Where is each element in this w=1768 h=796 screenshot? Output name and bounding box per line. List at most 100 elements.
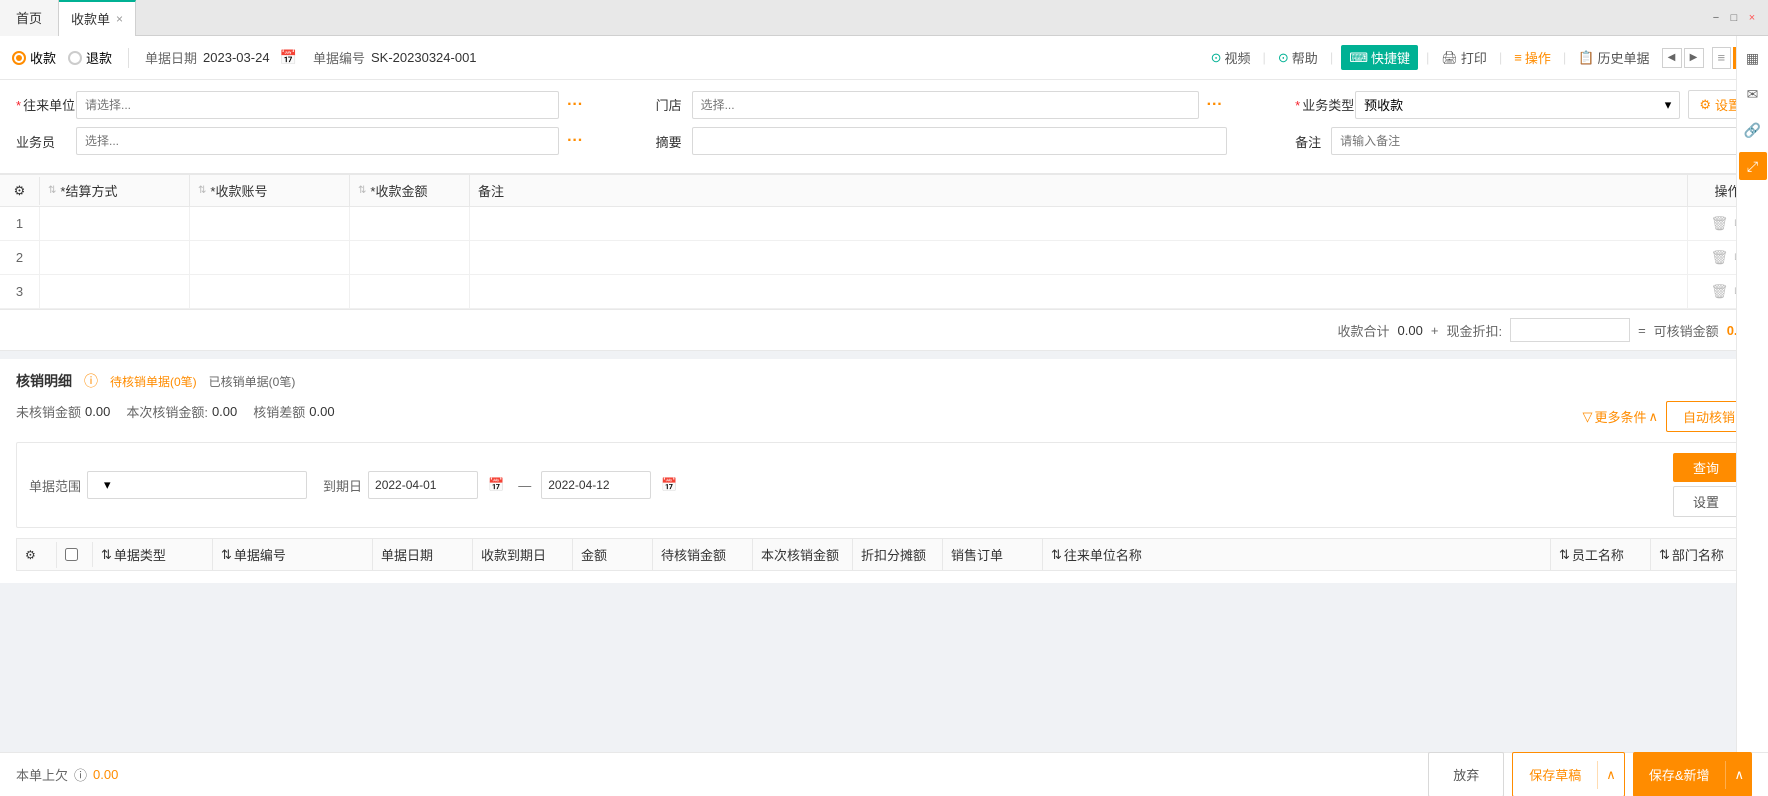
sidebar-table-icon[interactable]: ▦ <box>1739 44 1767 72</box>
tab-home-label: 首页 <box>16 8 42 27</box>
row3-num: 3 <box>0 275 40 308</box>
save-new-dropdown-icon[interactable]: ∧ <box>1725 761 1752 789</box>
due-date-label: 到期日 <box>323 476 362 495</box>
next-arrow[interactable]: ▶ <box>1684 48 1704 68</box>
more-conditions-button[interactable]: ▽ 更多条件 ∧ <box>1582 407 1658 426</box>
vth-date: 单据日期 <box>373 539 473 570</box>
select-all-checkbox[interactable] <box>65 548 78 561</box>
save-draft-dropdown-icon[interactable]: ∧ <box>1597 761 1624 789</box>
meta-date: 单据日期 2023-03-24 📅 <box>145 48 297 67</box>
query-button[interactable]: 查询 <box>1673 453 1739 482</box>
radio-tuikuan-label: 退款 <box>86 48 112 67</box>
radio-shoukuan[interactable]: 收款 <box>12 48 56 67</box>
minimize-button[interactable]: − <box>1708 10 1724 26</box>
shortcut-button[interactable]: ⌨ 快捷键 <box>1341 45 1418 70</box>
discount-label: 现金折扣: <box>1446 321 1502 340</box>
history-button[interactable]: 📋 历史单据 <box>1574 46 1653 69</box>
date-to-input[interactable] <box>541 471 651 499</box>
print-button[interactable]: 🖨 打印 <box>1437 46 1491 69</box>
layout-list-icon[interactable]: ≡ <box>1712 47 1732 69</box>
tab-close-icon[interactable]: × <box>116 12 123 26</box>
vth-amount: 金额 <box>573 539 653 570</box>
vth-this-time-label: 本次核销金额 <box>761 545 839 564</box>
shop-input[interactable] <box>692 91 1199 119</box>
prev-arrow[interactable]: ◀ <box>1662 48 1682 68</box>
calendar-icon[interactable]: 📅 <box>280 49 297 66</box>
date-separator: — <box>518 478 531 493</box>
vth-amount-label: 金额 <box>581 545 607 564</box>
shop-more-icon[interactable]: ··· <box>1203 96 1227 114</box>
sidebar-mail-icon[interactable]: ✉ <box>1739 80 1767 108</box>
table-header: ⚙ ⇅ *结算方式 ⇅ *收款账号 ⇅ *收款金额 备注 操作 <box>0 174 1768 207</box>
abandon-button[interactable]: 放弃 <box>1428 752 1504 796</box>
sidebar-link-icon[interactable]: 🔗 <box>1739 116 1767 144</box>
row1-settle[interactable] <box>40 207 190 240</box>
chevron-up-icon: ∧ <box>1648 409 1658 425</box>
counterpart-more-icon[interactable]: ··· <box>563 96 587 114</box>
row1-note[interactable] <box>470 207 1688 240</box>
vth-staff: ⇅ 员工名称 <box>1551 539 1651 570</box>
video-button[interactable]: ⊙ 视频 <box>1207 46 1255 69</box>
tab-home[interactable]: 首页 <box>0 0 59 36</box>
row3-account[interactable] <box>190 275 350 308</box>
help-button[interactable]: ⊙ 帮助 <box>1274 46 1322 69</box>
pending-tab[interactable]: 待核销单据(0笔) <box>110 373 197 390</box>
to-calendar-icon[interactable]: 📅 <box>661 477 677 493</box>
save-draft-label[interactable]: 保存草稿 <box>1513 759 1597 790</box>
operation-label: 操作 <box>1525 48 1551 67</box>
th-settings[interactable]: ⚙ <box>0 177 40 205</box>
row1-delete-icon[interactable]: 🗑 <box>1711 215 1729 232</box>
save-draft-button: 保存草稿 ∧ <box>1512 752 1625 796</box>
main-toolbar: 收款 退款 单据日期 2023-03-24 📅 单据编号 SK-20230324… <box>0 36 1768 80</box>
radio-shoukuan-dot <box>12 51 26 65</box>
footer-right: 放弃 保存草稿 ∧ 保存&新增 ∧ <box>1428 752 1752 796</box>
row1-account[interactable] <box>190 207 350 240</box>
summary-input[interactable] <box>692 127 1227 155</box>
date-from-input[interactable] <box>368 471 478 499</box>
radio-tuikuan-dot <box>68 51 82 65</box>
th-note-label: 备注 <box>478 181 504 200</box>
th-settle-label: *结算方式 <box>60 181 117 200</box>
row2-amount[interactable] <box>350 241 470 274</box>
verify-info-icon[interactable]: ⓘ <box>84 371 98 391</box>
row3-note[interactable] <box>470 275 1688 308</box>
discount-input[interactable] <box>1510 318 1630 342</box>
this-time-label: 本次核销金额: <box>126 402 208 421</box>
row2-account[interactable] <box>190 241 350 274</box>
staff-more-icon[interactable]: ··· <box>563 132 587 150</box>
save-new-label[interactable]: 保存&新增 <box>1633 759 1726 790</box>
range-select[interactable]: ▾ <box>87 471 307 499</box>
vth-order-label: 销售订单 <box>951 545 1003 564</box>
row2-settle[interactable] <box>40 241 190 274</box>
done-tab[interactable]: 已核销单据(0笔) <box>209 373 296 390</box>
verify-actions: ▽ 更多条件 ∧ 自动核销 <box>1582 401 1752 432</box>
tab-active[interactable]: 收款单 × <box>59 0 136 36</box>
sidebar-expand-icon[interactable]: ⤢ <box>1739 152 1767 180</box>
vth-date-label: 单据日期 <box>381 545 433 564</box>
from-calendar-icon[interactable]: 📅 <box>488 477 504 493</box>
row1-amount[interactable] <box>350 207 470 240</box>
verify-settings-button[interactable]: 设置 <box>1673 486 1739 517</box>
vth-order: 销售订单 <box>943 539 1043 570</box>
counterpart-input[interactable] <box>76 91 559 119</box>
operation-button[interactable]: ≡ 操作 <box>1510 46 1555 69</box>
shortcut-icon: ⌨ <box>1349 50 1368 66</box>
vth-checkbox[interactable] <box>57 542 93 567</box>
maximize-button[interactable]: □ <box>1726 10 1742 26</box>
staff-input[interactable] <box>76 127 559 155</box>
radio-tuikuan[interactable]: 退款 <box>68 48 112 67</box>
row3-settle[interactable] <box>40 275 190 308</box>
th-amount: ⇅ *收款金额 <box>350 175 470 206</box>
remark-input[interactable] <box>1331 127 1752 155</box>
verify-header: 核销明细 ⓘ 待核销单据(0笔) 已核销单据(0笔) <box>16 371 1752 391</box>
business-type-select[interactable]: 预收款 ▾ <box>1355 91 1680 119</box>
vth-settings[interactable]: ⚙ <box>17 542 57 568</box>
close-button[interactable]: × <box>1744 10 1760 26</box>
row2-note[interactable] <box>470 241 1688 274</box>
row3-delete-icon[interactable]: 🗑 <box>1711 283 1729 300</box>
history-label: 历史单据 <box>1597 48 1649 67</box>
row2-delete-icon[interactable]: 🗑 <box>1711 249 1729 266</box>
row3-amount[interactable] <box>350 275 470 308</box>
vth-discount-label: 折扣分摊额 <box>861 545 926 564</box>
business-type-field: 业务类型 预收款 ▾ ⚙ 设置 <box>1295 90 1752 119</box>
